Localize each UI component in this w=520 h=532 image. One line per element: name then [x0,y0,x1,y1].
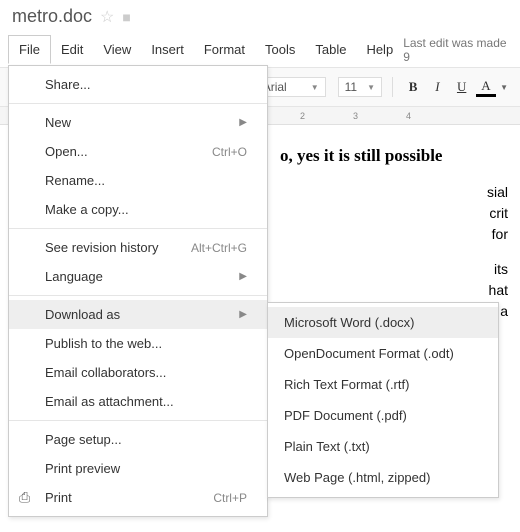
file-menu-dropdown: Share... New▶ Open...Ctrl+O Rename... Ma… [8,65,268,517]
menu-bar: File Edit View Insert Format Tools Table… [0,33,520,67]
chevron-right-icon: ▶ [239,309,247,320]
folder-icon[interactable]: ■ [122,9,130,25]
menu-item-revision-history[interactable]: See revision historyAlt+Ctrl+G [9,233,267,262]
chevron-down-icon: ▼ [311,83,319,92]
menu-item-page-setup[interactable]: Page setup... [9,425,267,454]
menu-edit[interactable]: Edit [51,36,93,63]
menu-separator [9,420,267,421]
menu-item-print[interactable]: ⎙PrintCtrl+P [9,483,267,512]
submenu-item-docx[interactable]: Microsoft Word (.docx) [268,307,498,338]
ruler-mark: 2 [300,111,305,121]
menu-item-print-preview[interactable]: Print preview [9,454,267,483]
chevron-right-icon: ▶ [239,271,247,282]
font-size-select[interactable]: 11 ▼ [338,77,382,97]
ruler-mark: 3 [353,111,358,121]
menu-item-open[interactable]: Open...Ctrl+O [9,137,267,166]
menu-item-rename[interactable]: Rename... [9,166,267,195]
menu-file[interactable]: File [8,35,51,64]
menu-item-publish[interactable]: Publish to the web... [9,329,267,358]
menu-insert[interactable]: Insert [141,36,194,63]
menu-table[interactable]: Table [305,36,356,63]
chevron-right-icon: ▶ [239,117,247,128]
menu-separator [9,103,267,104]
menu-item-download-as[interactable]: Download as▶ [9,300,267,329]
menu-separator [9,228,267,229]
download-as-submenu: Microsoft Word (.docx) OpenDocument Form… [267,302,499,498]
italic-button[interactable]: I [427,76,447,98]
document-title[interactable]: metro.doc [12,6,92,27]
chevron-down-icon: ▼ [367,83,375,92]
font-size: 11 [345,80,357,94]
ruler-mark: 4 [406,111,411,121]
submenu-item-pdf[interactable]: PDF Document (.pdf) [268,400,498,431]
star-icon[interactable]: ☆ [100,7,114,27]
bold-button[interactable]: B [403,76,423,98]
menu-item-share[interactable]: Share... [9,70,267,99]
menu-view[interactable]: View [93,36,141,63]
submenu-item-rtf[interactable]: Rich Text Format (.rtf) [268,369,498,400]
chevron-down-icon[interactable]: ▼ [500,83,508,92]
menu-tools[interactable]: Tools [255,36,305,63]
menu-item-email-attachment[interactable]: Email as attachment... [9,387,267,416]
menu-item-language[interactable]: Language▶ [9,262,267,291]
submenu-item-txt[interactable]: Plain Text (.txt) [268,431,498,462]
menu-item-make-copy[interactable]: Make a copy... [9,195,267,224]
toolbar-separator [392,77,393,97]
title-bar: metro.doc ☆ ■ [0,0,520,33]
document-heading: o, yes it is still possible [280,146,508,166]
menu-separator [9,295,267,296]
submenu-item-html[interactable]: Web Page (.html, zipped) [268,462,498,493]
menu-format[interactable]: Format [194,36,255,63]
text-color-button[interactable]: A [476,77,496,97]
menu-help[interactable]: Help [356,36,403,63]
menu-item-new[interactable]: New▶ [9,108,267,137]
submenu-item-odt[interactable]: OpenDocument Format (.odt) [268,338,498,369]
menu-item-email-collaborators[interactable]: Email collaborators... [9,358,267,387]
print-icon: ⎙ [19,489,30,506]
underline-button[interactable]: U [452,76,472,98]
last-edit-text[interactable]: Last edit was made 9 [403,36,512,64]
